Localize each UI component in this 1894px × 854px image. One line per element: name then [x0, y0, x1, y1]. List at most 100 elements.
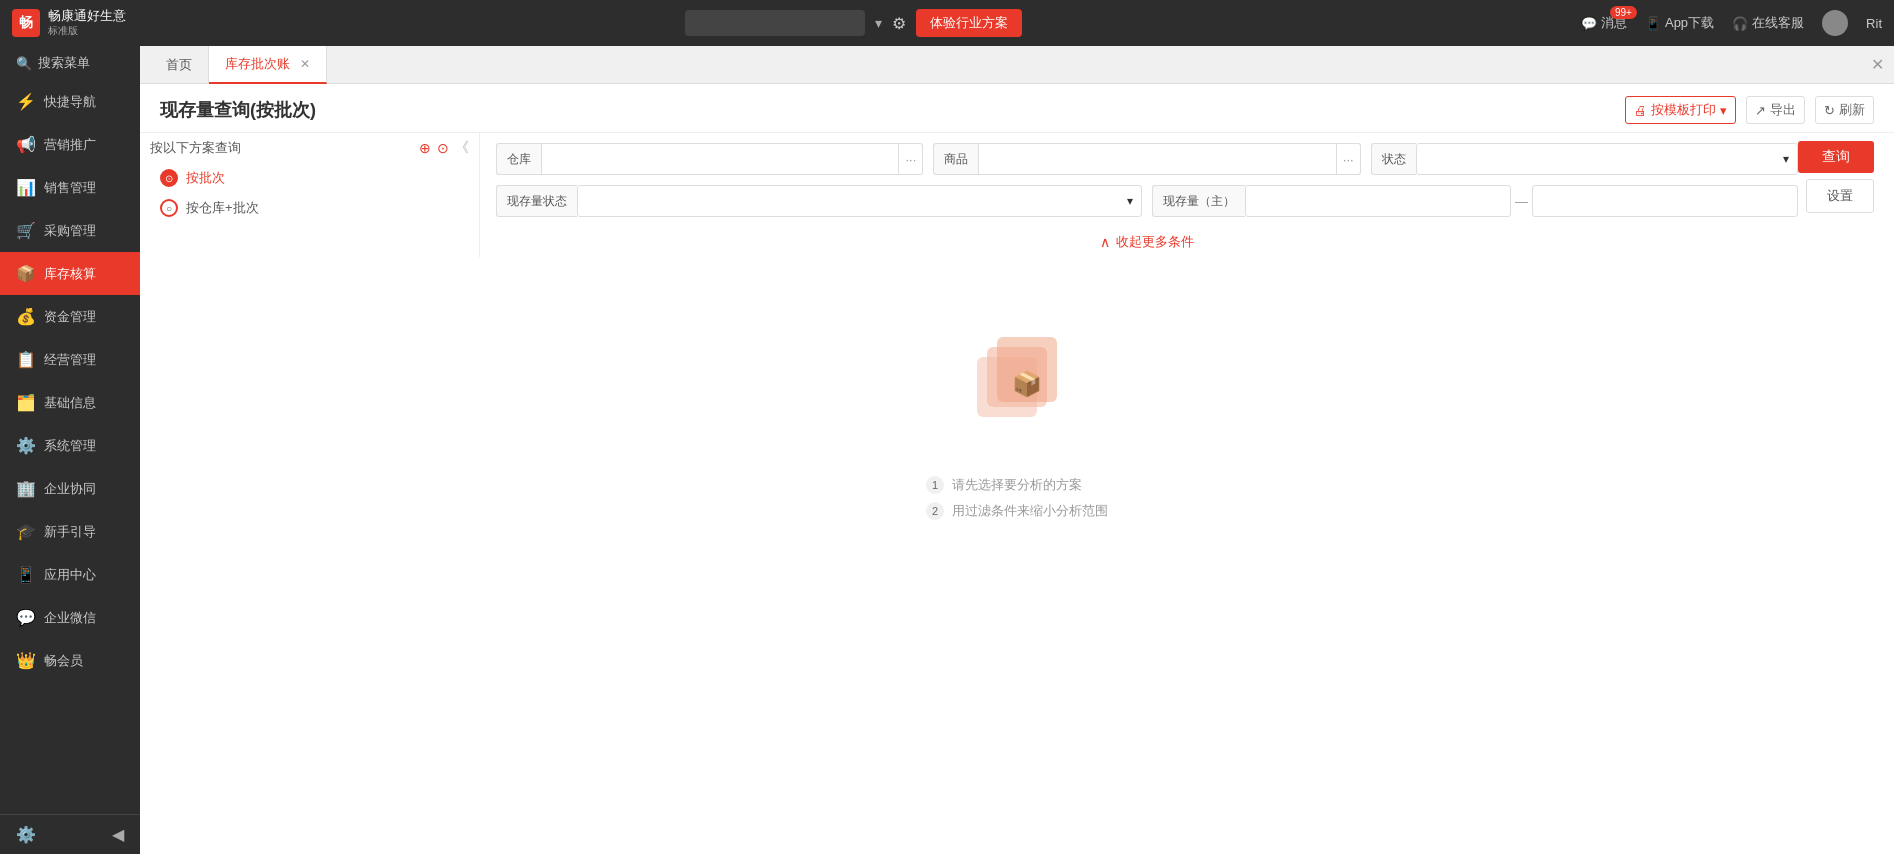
scheme-warehouse-batch-label: 按仓库+批次	[186, 199, 259, 217]
top-nav-left: 畅 畅康通好生意 标准版	[12, 8, 126, 38]
messages-nav-item[interactable]: 💬 消息 99+	[1581, 14, 1627, 32]
filter-sidebar-title: 按以下方案查询	[150, 139, 241, 157]
product-more-icon[interactable]: ···	[1337, 143, 1361, 175]
scheme-item-batch[interactable]: ⊙ 按批次	[150, 163, 469, 193]
marketing-icon: 📢	[16, 135, 36, 154]
top-nav-center: ▾ ⚙ 体验行业方案	[685, 9, 1022, 37]
sidebar-item-wechat[interactable]: 💬 企业微信	[0, 596, 140, 639]
sidebar-wechat-label: 企业微信	[44, 609, 96, 627]
status-filter-select[interactable]: ▾	[1416, 143, 1798, 175]
tab-bar: 首页 库存批次账 ✕ ✕	[140, 46, 1894, 84]
app-name-block: 畅康通好生意 标准版	[48, 8, 126, 38]
enterprise-icon: 🏢	[16, 479, 36, 498]
filter-row-1: 仓库 ··· 商品 ··· 状态	[496, 143, 1798, 175]
status-dropdown-icon: ▾	[1783, 152, 1789, 166]
filter-group-stock-status: 现存量状态 ▾	[496, 185, 1142, 217]
quick-nav-icon: ⚡	[16, 92, 36, 111]
sidebar-item-marketing[interactable]: 📢 营销推广	[0, 123, 140, 166]
tab-close-all-icon[interactable]: ✕	[1871, 55, 1884, 74]
sidebar-item-quick-nav[interactable]: ⚡ 快捷导航	[0, 80, 140, 123]
sidebar-item-search[interactable]: 🔍 搜索菜单	[0, 46, 140, 80]
stock-status-filter-select[interactable]: ▾	[577, 185, 1142, 217]
scheme-item-warehouse-batch[interactable]: ○ 按仓库+批次	[150, 193, 469, 223]
sidebar-item-purchase[interactable]: 🛒 采购管理	[0, 209, 140, 252]
nav-dropdown-icon[interactable]: ▾	[875, 15, 882, 31]
export-button[interactable]: ↗ 导出	[1746, 96, 1805, 124]
app-edition: 标准版	[48, 24, 126, 38]
stock-qty-dash: —	[1511, 194, 1532, 209]
sidebar-item-member[interactable]: 👑 畅会员	[0, 639, 140, 682]
sidebar-item-newbie[interactable]: 🎓 新手引导	[0, 510, 140, 553]
sidebar-search-label: 搜索菜单	[38, 54, 90, 72]
sidebar-item-system[interactable]: ⚙️ 系统管理	[0, 424, 140, 467]
member-icon: 👑	[16, 651, 36, 670]
sidebar-item-inventory[interactable]: 📦 库存核算	[0, 252, 140, 295]
empty-state: 📦 1 请先选择要分析的方案 2 用过滤条件来缩小分析范围	[140, 257, 1894, 580]
tab-inventory-batch[interactable]: 库存批次账 ✕	[209, 46, 327, 84]
sidebar-member-label: 畅会员	[44, 652, 83, 670]
print-template-button[interactable]: 🖨 按模板打印 ▾	[1625, 96, 1736, 124]
sidebar-item-sales[interactable]: 📊 销售管理	[0, 166, 140, 209]
filter-sidebar: 按以下方案查询 ⊕ ⊙ 《 ⊙ 按批次 ○ 按仓库+批次	[140, 133, 480, 257]
basic-icon: 🗂️	[16, 393, 36, 412]
sidebar-collapse-icon[interactable]: ◀	[112, 825, 124, 844]
filter-sidebar-header: 按以下方案查询 ⊕ ⊙ 《	[150, 133, 469, 163]
top-nav-right: 💬 消息 99+ 📱 App下载 🎧 在线客服 Rit	[1581, 10, 1882, 36]
collapse-row[interactable]: ∧ 收起更多条件	[496, 227, 1798, 257]
app-logo: 畅	[12, 9, 40, 37]
page-content: 现存量查询(按批次) 🖨 按模板打印 ▾ ↗ 导出 ↻ 刷新	[140, 84, 1894, 854]
sidebar-quick-nav-label: 快捷导航	[44, 93, 96, 111]
sidebar-item-enterprise[interactable]: 🏢 企业协同	[0, 467, 140, 510]
message-icon: 💬	[1581, 16, 1597, 31]
warehouse-more-icon[interactable]: ···	[899, 143, 923, 175]
export-btn-label: 导出	[1770, 101, 1796, 119]
refresh-button[interactable]: ↻ 刷新	[1815, 96, 1874, 124]
main-layout: 🔍 搜索菜单 ⚡ 快捷导航 📢 营销推广 📊 销售管理 🛒 采购管理 📦 库存核…	[0, 46, 1894, 854]
product-filter-input[interactable]	[978, 143, 1336, 175]
scheme-settings-icon[interactable]: ⊙	[437, 140, 449, 156]
stock-qty-filter-label: 现存量（主）	[1152, 185, 1245, 217]
user-avatar[interactable]	[1822, 10, 1848, 36]
tab-close-icon[interactable]: ✕	[300, 57, 310, 71]
finance-icon: 💰	[16, 307, 36, 326]
sidebar-item-finance[interactable]: 💰 资金管理	[0, 295, 140, 338]
stock-status-filter-label: 现存量状态	[496, 185, 577, 217]
sidebar-item-appstore[interactable]: 📱 应用中心	[0, 553, 140, 596]
refresh-btn-label: 刷新	[1839, 101, 1865, 119]
filter-rows-and-actions: 仓库 ··· 商品 ··· 状态	[480, 133, 1894, 257]
try-solution-button[interactable]: 体验行业方案	[916, 9, 1022, 37]
hint-num-1: 1	[926, 476, 944, 494]
empty-hint-1-text: 请先选择要分析的方案	[952, 476, 1082, 494]
page-title: 现存量查询(按批次)	[160, 98, 316, 122]
filter-actions-col: 查询 设置	[1798, 133, 1894, 257]
online-service-nav-item[interactable]: 🎧 在线客服	[1732, 14, 1804, 32]
sidebar-bottom-settings-icon[interactable]: ⚙️	[16, 825, 36, 844]
scheme-batch-icon: ⊙	[160, 169, 178, 187]
query-button[interactable]: 查询	[1798, 141, 1874, 173]
stock-status-dropdown-icon: ▾	[1127, 194, 1133, 208]
add-scheme-icon[interactable]: ⊕	[419, 140, 431, 156]
appstore-icon: 📱	[16, 565, 36, 584]
stock-qty-min-input[interactable]	[1245, 185, 1511, 217]
page-header: 现存量查询(按批次) 🖨 按模板打印 ▾ ↗ 导出 ↻ 刷新	[140, 84, 1894, 133]
sidebar-finance-label: 资金管理	[44, 308, 96, 326]
settings-button[interactable]: 设置	[1806, 179, 1874, 213]
tab-home[interactable]: 首页	[150, 46, 209, 84]
nav-settings-icon[interactable]: ⚙	[892, 14, 906, 33]
empty-hint-2: 2 用过滤条件来缩小分析范围	[926, 502, 1108, 520]
filter-row-2: 现存量状态 ▾ 现存量（主） —	[496, 185, 1798, 217]
sidebar-item-operation[interactable]: 📋 经营管理	[0, 338, 140, 381]
sidebar-item-basic[interactable]: 🗂️ 基础信息	[0, 381, 140, 424]
stock-qty-max-input[interactable]	[1532, 185, 1798, 217]
product-filter-label: 商品	[933, 143, 978, 175]
filter-group-status: 状态 ▾	[1371, 143, 1798, 175]
app-download-nav-item[interactable]: 📱 App下载	[1645, 14, 1714, 32]
sidebar-operation-label: 经营管理	[44, 351, 96, 369]
global-search-input[interactable]	[685, 10, 865, 36]
empty-state-icon: 📦	[957, 317, 1077, 456]
empty-hints: 1 请先选择要分析的方案 2 用过滤条件来缩小分析范围	[926, 476, 1108, 520]
warehouse-filter-input[interactable]	[541, 143, 899, 175]
collapse-sidebar-icon[interactable]: 《	[455, 139, 469, 157]
print-dropdown-icon: ▾	[1720, 103, 1727, 118]
filter-group-warehouse: 仓库 ···	[496, 143, 923, 175]
